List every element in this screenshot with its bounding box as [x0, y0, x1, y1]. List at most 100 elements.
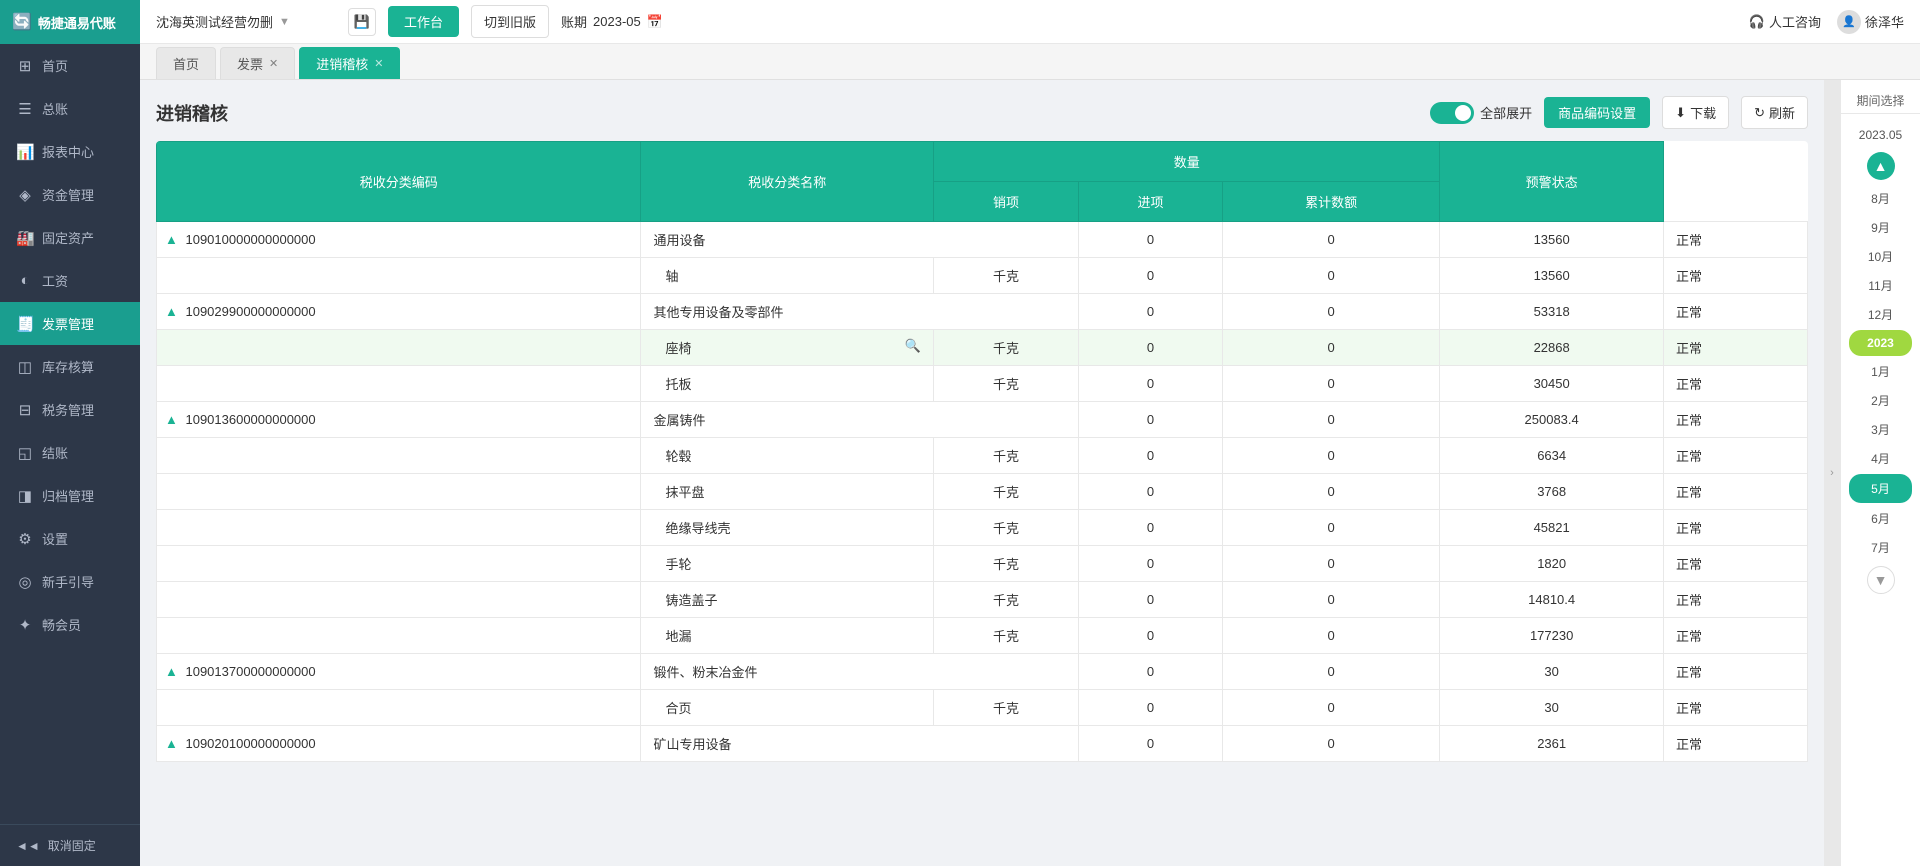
reports-icon: 📊 [16, 143, 34, 161]
sidebar-item-ledger[interactable]: ☰ 总账 [0, 87, 140, 130]
collapse-icon[interactable]: ▲ [165, 664, 178, 679]
calendar-icon[interactable]: 📅 [647, 14, 663, 30]
customer-service[interactable]: 🎧 人工咨询 [1749, 12, 1821, 31]
period-value: 2023-05 [593, 14, 641, 29]
table-cell-accumulated: 53318 [1440, 294, 1664, 330]
table-cell-code [157, 618, 641, 654]
tab-invoice[interactable]: 发票 ✕ [220, 47, 295, 79]
period-item-2023-05-top[interactable]: 2023.05 [1841, 122, 1920, 148]
table-cell-warning: 正常 [1663, 438, 1807, 474]
app-logo: 🔄 畅捷通易代账 [0, 0, 140, 44]
period-up-btn[interactable]: ▲ [1867, 152, 1895, 180]
table-cell-unit: 千克 [934, 582, 1079, 618]
sidebar-item-finance[interactable]: ◈ 资金管理 [0, 173, 140, 216]
period-item-9[interactable]: 9月 [1841, 213, 1920, 242]
period-item-10[interactable]: 10月 [1841, 242, 1920, 271]
sidebar-item-archive[interactable]: ◨ 归档管理 [0, 474, 140, 517]
sidebar-item-settle[interactable]: ◱ 结账 [0, 431, 140, 474]
table-cell-sale-in: 0 [1222, 726, 1439, 762]
product-code-button[interactable]: 商品编码设置 [1544, 97, 1650, 128]
period-item-5[interactable]: 5月 [1849, 474, 1912, 503]
table-cell-sale-in: 0 [1222, 294, 1439, 330]
collapse-icon[interactable]: ▲ [165, 232, 178, 247]
table-cell-code [157, 258, 641, 294]
table-cell-name: 合页 [641, 690, 934, 726]
sidebar-item-fixed-assets[interactable]: 🏭 固定资产 [0, 216, 140, 259]
tab-reconcile-close[interactable]: ✕ [374, 57, 383, 70]
save-button[interactable]: 💾 [348, 8, 376, 36]
table-cell-sale-in: 0 [1222, 618, 1439, 654]
user-menu[interactable]: 👤 徐泽华 [1837, 10, 1904, 34]
table-cell-sale-out: 0 [1078, 366, 1222, 402]
chevron-right-icon: › [1830, 467, 1834, 479]
sidebar-item-inventory[interactable]: ◫ 库存核算 [0, 345, 140, 388]
table-cell-name: 矿山专用设备 [641, 726, 1079, 762]
th-sale-out: 销项 [934, 182, 1079, 222]
tab-invoice-label: 发票 [237, 54, 263, 73]
table-cell-warning: 正常 [1663, 654, 1807, 690]
switch-version-button[interactable]: 切到旧版 [471, 5, 549, 38]
collapse-icon[interactable]: ▲ [165, 304, 178, 319]
invoice-icon: 🧾 [16, 315, 34, 333]
th-qty-group: 数量 [934, 142, 1440, 182]
period-item-1[interactable]: 1月 [1841, 357, 1920, 386]
sidebar-label-home: 首页 [42, 56, 68, 75]
period-item-11[interactable]: 11月 [1841, 271, 1920, 300]
unpin-label: 取消固定 [48, 837, 96, 854]
period-down-btn[interactable]: ▼ [1867, 566, 1895, 594]
right-panel-toggle[interactable]: › [1824, 80, 1840, 866]
table-cell-sale-out: 0 [1078, 582, 1222, 618]
period-display: 账期 2023-05 📅 [561, 12, 663, 31]
table-cell-accumulated: 177230 [1440, 618, 1664, 654]
table-cell-unit: 千克 [934, 690, 1079, 726]
topbar-right: 🎧 人工咨询 👤 徐泽华 [1749, 10, 1904, 34]
table-cell-warning: 正常 [1663, 258, 1807, 294]
download-button[interactable]: ⬇ 下载 [1662, 96, 1729, 129]
data-table: 税收分类编码 税收分类名称 数量 预警状态 销项 进项 累计数额 ▲ [156, 141, 1808, 762]
sidebar-item-salary[interactable]: ◐ 工资 [0, 259, 140, 302]
table-cell-accumulated: 30 [1440, 654, 1664, 690]
table-cell-warning: 正常 [1663, 726, 1807, 762]
table-cell-accumulated: 2361 [1440, 726, 1664, 762]
sidebar-label-salary: 工资 [42, 271, 68, 290]
tab-home[interactable]: 首页 [156, 47, 216, 79]
tab-reconcile[interactable]: 进销稽核 ✕ [299, 47, 400, 79]
sidebar-item-reports[interactable]: 📊 报表中心 [0, 130, 140, 173]
tab-invoice-close[interactable]: ✕ [269, 57, 278, 70]
table-cell-sale-out: 0 [1078, 510, 1222, 546]
sidebar-item-home[interactable]: ⊞ 首页 [0, 44, 140, 87]
sidebar-item-tax[interactable]: ⊟ 税务管理 [0, 388, 140, 431]
th-accumulated: 累计数额 [1222, 182, 1439, 222]
workspace-button[interactable]: 工作台 [388, 6, 459, 37]
sidebar-unpin[interactable]: ◄◄ 取消固定 [0, 824, 140, 866]
table-cell-warning: 正常 [1663, 618, 1807, 654]
refresh-button[interactable]: ↻ 刷新 [1741, 96, 1808, 129]
period-item-8[interactable]: 8月 [1841, 184, 1920, 213]
sidebar-item-guide[interactable]: ◎ 新手引导 [0, 560, 140, 603]
period-item-6[interactable]: 6月 [1841, 504, 1920, 533]
member-icon: ✦ [16, 616, 34, 634]
period-item-3[interactable]: 3月 [1841, 415, 1920, 444]
collapse-icon[interactable]: ▲ [165, 412, 178, 427]
tabbar: 首页 发票 ✕ 进销稽核 ✕ [140, 44, 1920, 80]
period-item-7[interactable]: 7月 [1841, 533, 1920, 562]
search-icon[interactable]: 🔍 [905, 338, 921, 354]
table-cell-unit: 千克 [934, 330, 1079, 366]
sidebar-label-tax: 税务管理 [42, 400, 94, 419]
collapse-icon[interactable]: ▲ [165, 736, 178, 751]
sidebar-item-member[interactable]: ✦ 畅会员 [0, 603, 140, 646]
data-table-wrap: 税收分类编码 税收分类名称 数量 预警状态 销项 进项 累计数额 ▲ [156, 141, 1808, 850]
period-year-2023[interactable]: 2023 [1849, 330, 1912, 356]
save-icon: 💾 [354, 14, 370, 30]
home-icon: ⊞ [16, 57, 34, 75]
sidebar-item-invoice[interactable]: 🧾 发票管理 [0, 302, 140, 345]
period-item-4[interactable]: 4月 [1841, 444, 1920, 473]
table-cell-sale-out: 0 [1078, 402, 1222, 438]
sidebar-item-settings[interactable]: ⚙ 设置 [0, 517, 140, 560]
table-cell-sale-in: 0 [1222, 258, 1439, 294]
expand-toggle[interactable] [1430, 102, 1474, 124]
company-selector[interactable]: 沈海英测试经营勿删 ▼ [156, 12, 336, 31]
period-item-12[interactable]: 12月 [1841, 300, 1920, 329]
download-icon: ⬇ [1675, 105, 1686, 121]
period-item-2[interactable]: 2月 [1841, 386, 1920, 415]
